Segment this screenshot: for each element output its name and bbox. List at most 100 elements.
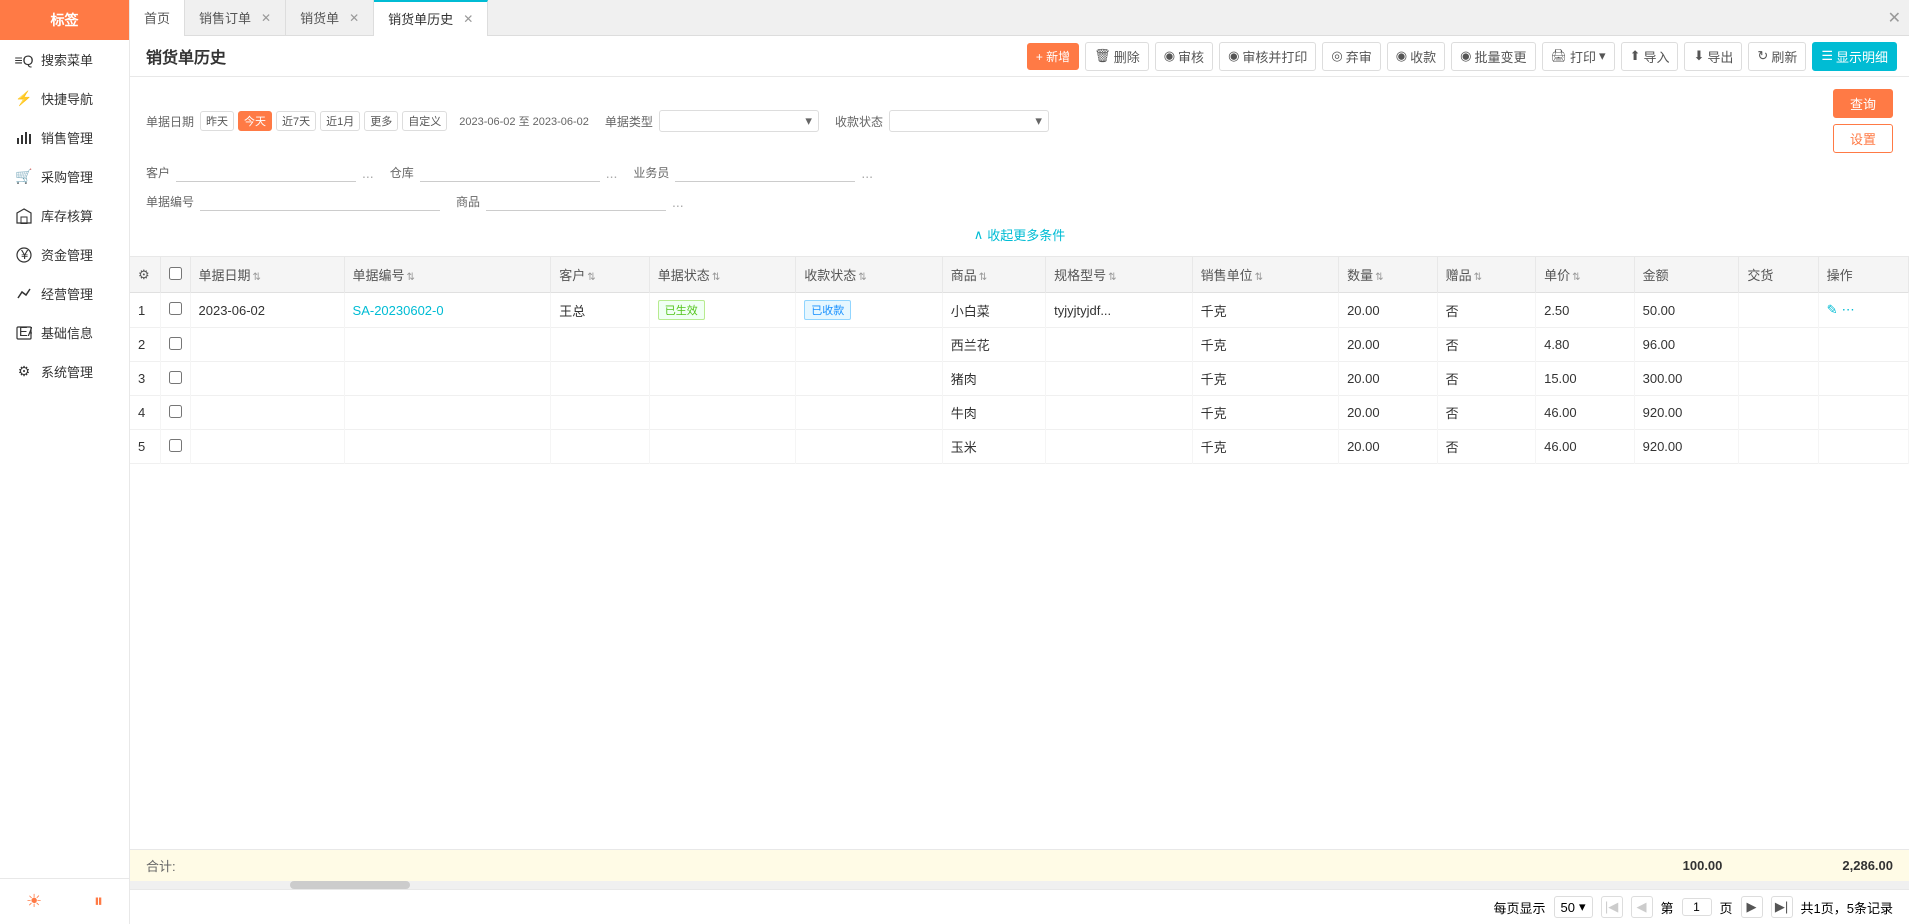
total-records: 共1页，5条记录: [1801, 898, 1893, 917]
sidebar-item-system-mgmt[interactable]: ⚙ 系统管理: [0, 352, 129, 391]
abandon-button[interactable]: ◎ 弃审: [1322, 42, 1380, 71]
filter-goods-input[interactable]: [486, 192, 666, 211]
sort-spec-icon[interactable]: ⇅: [1108, 272, 1116, 283]
print-button[interactable]: 🖨 打印 ▾: [1542, 42, 1615, 71]
per-page-select[interactable]: 50 ▾: [1554, 896, 1593, 918]
query-button[interactable]: 查询: [1833, 89, 1893, 118]
select-all-checkbox[interactable]: [169, 267, 182, 280]
export-button[interactable]: ⬇ 导出: [1684, 42, 1742, 71]
sidebar-item-inventory[interactable]: 库存核算: [0, 196, 129, 235]
first-page-button[interactable]: |◀: [1601, 896, 1623, 918]
row-checkbox[interactable]: [169, 337, 182, 350]
review-print-button[interactable]: ◉ 审核并打印: [1219, 42, 1316, 71]
sort-payment-status-icon[interactable]: ⇅: [858, 272, 866, 283]
cell-actions[interactable]: [1818, 328, 1908, 362]
date-btn-today[interactable]: 今天: [238, 111, 272, 131]
row-checkbox[interactable]: [169, 302, 182, 315]
sidebar-item-sales-mgmt[interactable]: 销售管理: [0, 118, 129, 157]
filter-salesperson-dots[interactable]: ...: [861, 165, 873, 181]
sidebar-item-quick-nav[interactable]: ⚡ 快捷导航: [0, 79, 129, 118]
filter-customer-input[interactable]: [176, 163, 356, 182]
cell-actions[interactable]: [1818, 430, 1908, 464]
date-btn-yesterday[interactable]: 昨天: [200, 111, 234, 131]
sort-unit-price-icon[interactable]: ⇅: [1572, 272, 1580, 283]
refresh-button[interactable]: ↻ 刷新: [1748, 42, 1806, 71]
tab-sales-delivery-close[interactable]: ✕: [349, 11, 359, 25]
inventory-icon: [15, 207, 33, 225]
last-page-button[interactable]: ▶|: [1771, 896, 1793, 918]
horizontal-scrollbar[interactable]: [130, 881, 1909, 889]
edit-action-link[interactable]: ✎: [1827, 302, 1838, 317]
import-button[interactable]: ⬆ 导入: [1621, 42, 1679, 71]
filter-doctype-select[interactable]: ▾: [659, 110, 819, 132]
sort-goods-icon[interactable]: ⇅: [979, 272, 987, 283]
sort-quantity-icon[interactable]: ⇅: [1375, 272, 1383, 283]
sidebar-item-finance-mgmt[interactable]: ¥ 资金管理: [0, 235, 129, 274]
filter-doctype-dropdown-icon: ▾: [805, 113, 812, 129]
filter-customer-dots[interactable]: ...: [362, 165, 374, 181]
tab-home[interactable]: 首页: [130, 0, 185, 36]
row-checkbox[interactable]: [169, 439, 182, 452]
date-shortcuts: 昨天 今天 近7天 近1月 更多 自定义: [200, 111, 447, 131]
batch-change-button[interactable]: ◉ 批量变更: [1451, 42, 1535, 71]
cell-actions[interactable]: ✎⋯: [1818, 293, 1908, 328]
settings-gear-icon[interactable]: ⚙: [138, 267, 150, 282]
more-action-link[interactable]: ⋯: [1842, 302, 1855, 317]
setting-button[interactable]: 设置: [1833, 124, 1893, 153]
cell-amount: 920.00: [1634, 430, 1739, 464]
cell-actions[interactable]: [1818, 396, 1908, 430]
new-button[interactable]: + 新增: [1027, 43, 1079, 70]
tab-sales-delivery[interactable]: 销货单 ✕: [286, 0, 374, 36]
filter-payment-status-select[interactable]: ▾: [889, 110, 1049, 132]
row-checkbox[interactable]: [169, 371, 182, 384]
date-btn-7days[interactable]: 近7天: [276, 111, 316, 131]
tab-bar-close-all[interactable]: ✕: [1888, 8, 1909, 28]
col-checkbox[interactable]: [160, 257, 190, 293]
tab-bar: 首页 销售订单 ✕ 销货单 ✕ 销货单历史 ✕ ✕: [130, 0, 1909, 36]
filter-payment-status-dropdown-icon: ▾: [1035, 113, 1042, 129]
filter-warehouse-dots[interactable]: ...: [606, 165, 618, 181]
collect-button[interactable]: ◉ 收款: [1387, 42, 1445, 71]
per-page-label: 每页显示: [1493, 898, 1545, 917]
sidebar-bottom-icon1[interactable]: ☀: [22, 887, 46, 916]
tab-sales-history[interactable]: 销货单历史 ✕: [374, 0, 488, 36]
show-details-icon: ☰: [1821, 48, 1833, 64]
sidebar-item-search-menu[interactable]: ≡Q 搜索菜单: [0, 40, 129, 79]
filter-salesperson-input[interactable]: [675, 163, 855, 182]
date-btn-more[interactable]: 更多: [364, 111, 398, 131]
filter-goods-dots[interactable]: ...: [672, 194, 684, 210]
tab-sales-history-close[interactable]: ✕: [463, 12, 473, 26]
sort-doc-no-icon[interactable]: ⇅: [407, 272, 415, 283]
review-button[interactable]: ◉ 审核: [1155, 42, 1213, 71]
date-btn-custom[interactable]: 自定义: [402, 111, 447, 131]
prev-page-button[interactable]: ◀: [1631, 896, 1653, 918]
sort-doc-date-icon[interactable]: ⇅: [253, 272, 261, 283]
cell-actions[interactable]: [1818, 362, 1908, 396]
next-page-button[interactable]: ▶: [1741, 896, 1763, 918]
col-settings[interactable]: ⚙: [130, 257, 160, 293]
sort-customer-icon[interactable]: ⇅: [587, 272, 595, 283]
filter-warehouse-input[interactable]: [420, 163, 600, 182]
sidebar-item-basic-info[interactable]: EA 基础信息: [0, 313, 129, 352]
import-icon: ⬆: [1630, 48, 1641, 64]
filter-docno-input[interactable]: [200, 192, 440, 211]
sidebar-item-purchase-mgmt[interactable]: 🛒 采购管理: [0, 157, 129, 196]
cell-index: 4: [130, 396, 160, 430]
sort-sales-unit-icon[interactable]: ⇅: [1255, 272, 1263, 283]
page-number-input[interactable]: [1682, 898, 1712, 916]
collapse-filter-button[interactable]: ∧ 收起更多条件: [146, 225, 1893, 244]
sidebar-logo: 标签: [0, 0, 129, 40]
scrollbar-thumb[interactable]: [290, 881, 410, 889]
sidebar-item-operations-mgmt[interactable]: 经营管理: [0, 274, 129, 313]
tab-sales-order[interactable]: 销售订单 ✕: [185, 0, 286, 36]
show-details-button[interactable]: ☰ 显示明细: [1812, 42, 1897, 71]
sidebar-bottom-icon2[interactable]: ⏸: [90, 887, 107, 916]
date-btn-1month[interactable]: 近1月: [320, 111, 360, 131]
row-checkbox[interactable]: [169, 405, 182, 418]
delete-button[interactable]: 🗑 删除: [1085, 42, 1149, 71]
tab-sales-order-close[interactable]: ✕: [261, 11, 271, 25]
cell-trade: [1739, 396, 1818, 430]
sort-doc-status-icon[interactable]: ⇅: [712, 272, 720, 283]
sort-gift-icon[interactable]: ⇅: [1474, 272, 1482, 283]
doc-no-link[interactable]: SA-20230602-0: [353, 303, 444, 318]
